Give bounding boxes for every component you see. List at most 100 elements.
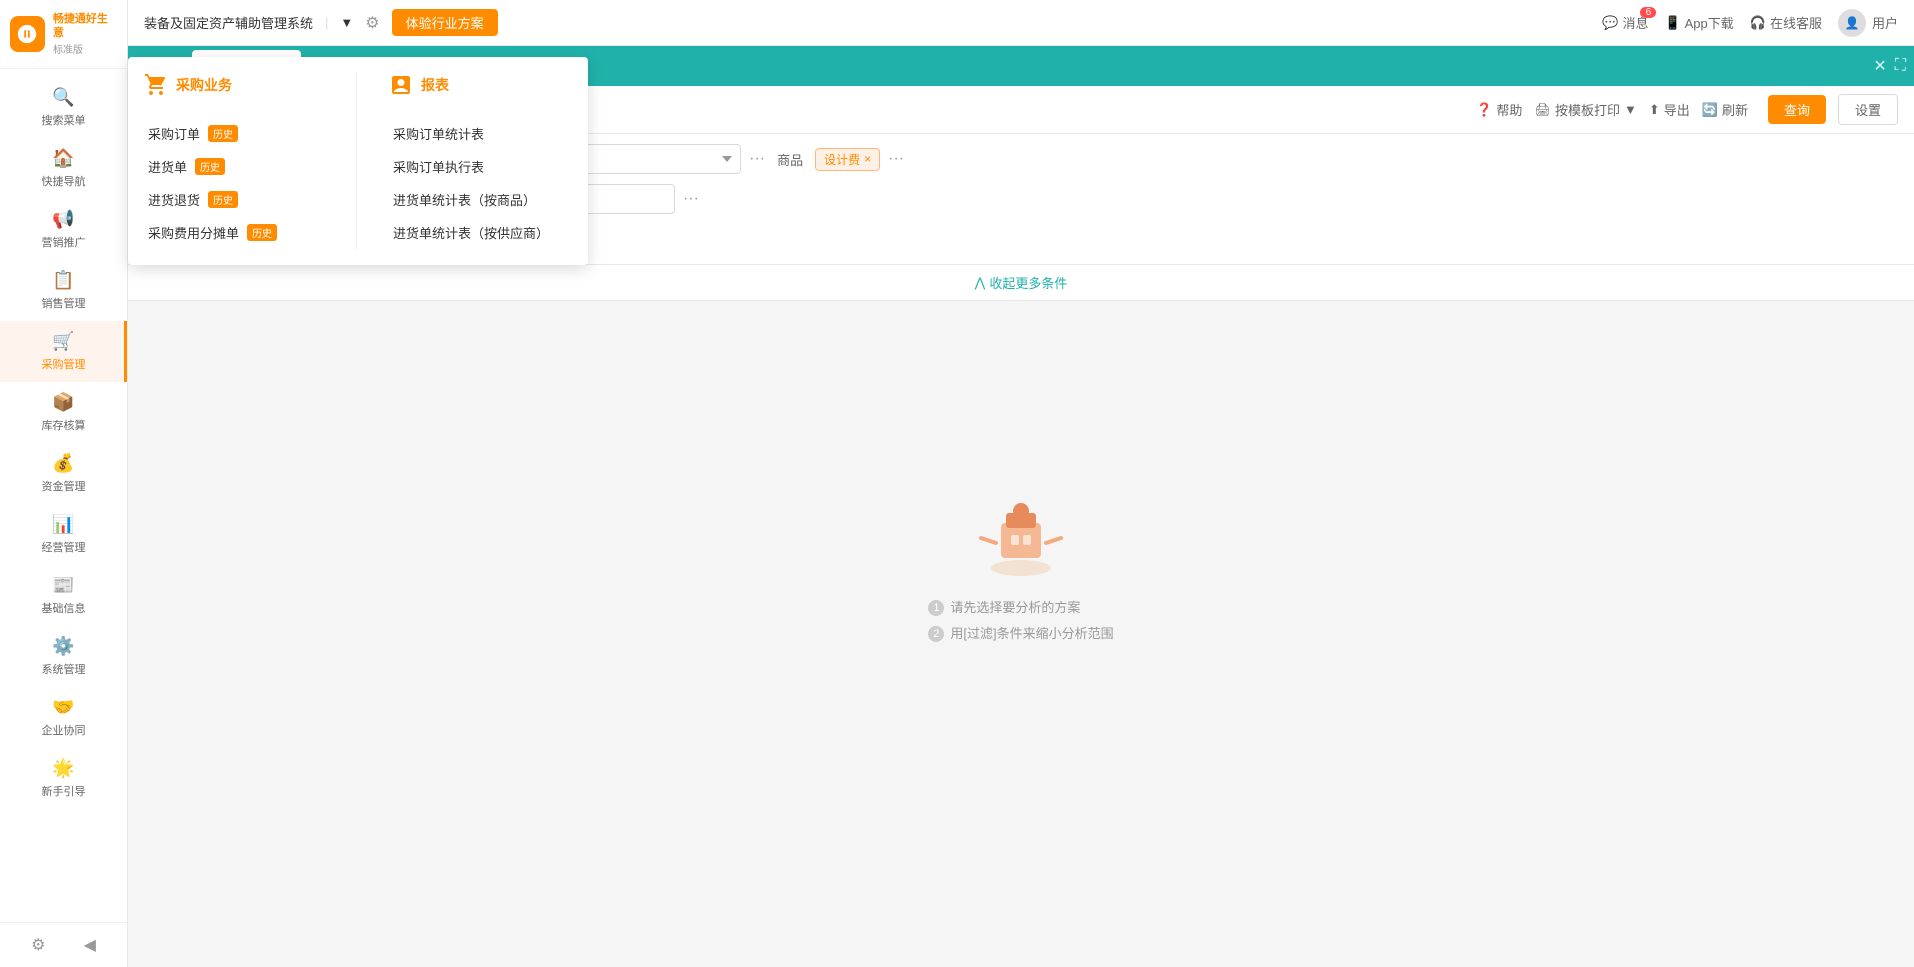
sidebar-item-label: 企业协同 [42, 722, 86, 738]
purchase-dropdown-menu: 采购业务 采购订单 历史 进货单 历史 进货退货 历史 采购费用分摊单 历史 报… [128, 57, 588, 265]
sidebar-item-marketing[interactable]: 📢 营销推广 [0, 199, 127, 260]
sidebar-item-quick-nav[interactable]: 🏠 快捷导航 [0, 138, 127, 199]
sidebar-logo: 畅捷通好生意 标准版 [0, 0, 127, 69]
purchase-order-item[interactable]: 采购订单 历史 [144, 117, 324, 150]
help-button[interactable]: ❓ 帮助 [1476, 100, 1522, 119]
goods-selector: 设计费 × ··· [815, 148, 1898, 171]
sidebar-item-label: 销售管理 [42, 295, 86, 311]
report-purchase-order-stat[interactable]: 采购订单统计表 [389, 117, 569, 150]
app-version: 标准版 [53, 41, 117, 56]
sidebar-item-label: 资金管理 [42, 478, 86, 494]
industry-btn[interactable]: 体验行业方案 [392, 9, 498, 36]
help-icon: ❓ [1476, 102, 1492, 118]
empty-state: 1 请先选择要分析的方案 2 用[过滤]条件来缩小分析范围 [128, 301, 1914, 830]
empty-tips: 1 请先选择要分析的方案 2 用[过滤]条件来缩小分析范围 [928, 595, 1113, 647]
empty-tip-1: 1 请先选择要分析的方案 [928, 595, 1113, 621]
search-menu-icon: 🔍 [52, 87, 74, 108]
dropdown-divider [356, 73, 357, 249]
salesperson-selector: ··· [495, 184, 1898, 214]
avatar: 👤 [1838, 9, 1866, 37]
print-icon: 🖨 [1534, 102, 1551, 118]
headset-icon: 🎧 [1750, 15, 1766, 31]
print-button[interactable]: 🖨 按模板打印 ▼ [1534, 100, 1636, 119]
system-dropdown[interactable]: ▼ [340, 15, 353, 30]
message-icon: 💬 [1602, 15, 1618, 31]
refresh-icon: 🔄 [1702, 102, 1718, 118]
topbar-actions: 💬 消息 6 📱 App下载 🎧 在线客服 👤 用户 [1602, 9, 1898, 37]
app-download-label: App下载 [1685, 13, 1734, 32]
message-badge: 6 [1640, 7, 1656, 18]
inventory-icon: 📦 [52, 392, 74, 413]
settings-button[interactable]: 设置 [1838, 94, 1898, 125]
purchase-return-item[interactable]: 进货退货 历史 [144, 183, 324, 216]
sidebar-item-label: 搜索菜单 [42, 112, 86, 128]
sidebar-item-purchase[interactable]: 🛒 采购管理 [0, 321, 127, 382]
report-goods-stat[interactable]: 进货单统计表（按商品） [389, 183, 569, 216]
home-icon: 🏠 [52, 148, 74, 169]
sidebar-collapse-button[interactable]: ◀ [84, 935, 96, 955]
operations-icon: 📊 [52, 514, 74, 535]
app-logo-icon [10, 16, 45, 52]
goods-more[interactable]: ··· [888, 150, 904, 168]
system-title: 装备及固定资产辅助管理系统 [144, 13, 313, 32]
basic-info-icon: 📰 [52, 575, 74, 596]
empty-illustration [971, 483, 1071, 583]
query-button[interactable]: 查询 [1768, 95, 1826, 124]
sidebar-item-label: 采购管理 [42, 356, 86, 372]
system-icon: ⚙️ [52, 636, 74, 657]
purchase-section: 采购业务 采购订单 历史 进货单 历史 进货退货 历史 采购费用分摊单 历史 [144, 73, 324, 249]
sidebar-item-label: 营销推广 [42, 234, 86, 250]
sidebar-item-label: 系统管理 [42, 661, 86, 677]
report-section-title: 报表 [389, 73, 569, 105]
collapse-button[interactable]: ⋀ 收起更多条件 [128, 265, 1914, 301]
sidebar-settings-button[interactable]: ⚙ [31, 935, 45, 955]
sidebar-item-label: 新手引导 [42, 783, 86, 799]
salesperson-more[interactable]: ··· [683, 190, 699, 208]
sidebar-item-system[interactable]: ⚙️ 系统管理 [0, 626, 127, 687]
sidebar-item-guide[interactable]: 🌟 新手引导 [0, 748, 127, 809]
refresh-button[interactable]: 🔄 刷新 [1702, 100, 1748, 119]
sidebar-item-label: 基础信息 [42, 600, 86, 616]
app-name: 畅捷通好生意 [53, 12, 117, 41]
active-indicator [124, 321, 127, 382]
export-button[interactable]: ⬆ 导出 [1649, 100, 1690, 119]
phone-icon: 📱 [1664, 15, 1680, 31]
sidebar-item-enterprise[interactable]: 🤝 企业协同 [0, 687, 127, 748]
enterprise-icon: 🤝 [52, 697, 74, 718]
sidebar-item-operations[interactable]: 📊 经营管理 [0, 504, 127, 565]
sidebar-item-sales[interactable]: 📋 销售管理 [0, 260, 127, 321]
user-profile[interactable]: 👤 用户 [1838, 9, 1898, 37]
print-dropdown-icon: ▼ [1624, 102, 1637, 117]
sidebar-item-label: 经营管理 [42, 539, 86, 555]
dropdown-arrow-icon: ▼ [340, 15, 353, 30]
message-action[interactable]: 💬 消息 6 [1602, 13, 1648, 32]
purchase-expense-item[interactable]: 采购费用分摊单 历史 [144, 216, 324, 249]
goods-tag-close[interactable]: × [864, 152, 871, 166]
topbar-settings-button[interactable]: ⚙ [365, 13, 379, 33]
purchase-icon: 🛒 [52, 331, 74, 352]
online-service-label: 在线客服 [1770, 13, 1822, 32]
sidebar-item-basic-info[interactable]: 📰 基础信息 [0, 565, 127, 626]
sidebar-item-inventory[interactable]: 📦 库存核算 [0, 382, 127, 443]
export-icon: ⬆ [1649, 102, 1660, 118]
guide-icon: 🌟 [52, 758, 74, 779]
report-purchase-order-exec[interactable]: 采购订单执行表 [389, 150, 569, 183]
voucher-status-more[interactable]: ··· [749, 150, 765, 168]
app-download-action[interactable]: 📱 App下载 [1664, 13, 1733, 32]
report-supplier-stat[interactable]: 进货单统计表（按供应商） [389, 216, 569, 249]
finance-icon: 💰 [52, 453, 74, 474]
sidebar-item-search[interactable]: 🔍 搜索菜单 [0, 77, 127, 138]
online-service-action[interactable]: 🎧 在线客服 [1750, 13, 1822, 32]
collapse-icon: ⋀ [975, 275, 986, 291]
sidebar-footer: ⚙ ◀ [0, 922, 127, 967]
sidebar-item-finance[interactable]: 💰 资金管理 [0, 443, 127, 504]
sidebar-nav: 🔍 搜索菜单 🏠 快捷导航 📢 营销推广 📋 销售管理 🛒 [0, 69, 127, 922]
purchase-goods-item[interactable]: 进货单 历史 [144, 150, 324, 183]
tab-close-all-button[interactable]: ✕ [1873, 56, 1886, 76]
tab-maximize-button[interactable]: ⛶ [1895, 57, 1906, 75]
report-section: 报表 采购订单统计表 采购订单执行表 进货单统计表（按商品） 进货单统计表（按供… [389, 73, 569, 249]
purchase-section-title: 采购业务 [144, 73, 324, 105]
sidebar-item-label: 快捷导航 [42, 173, 86, 189]
sidebar: 畅捷通好生意 标准版 🔍 搜索菜单 🏠 快捷导航 📢 营销推广 📋 [0, 0, 128, 967]
marketing-icon: 📢 [52, 209, 74, 230]
